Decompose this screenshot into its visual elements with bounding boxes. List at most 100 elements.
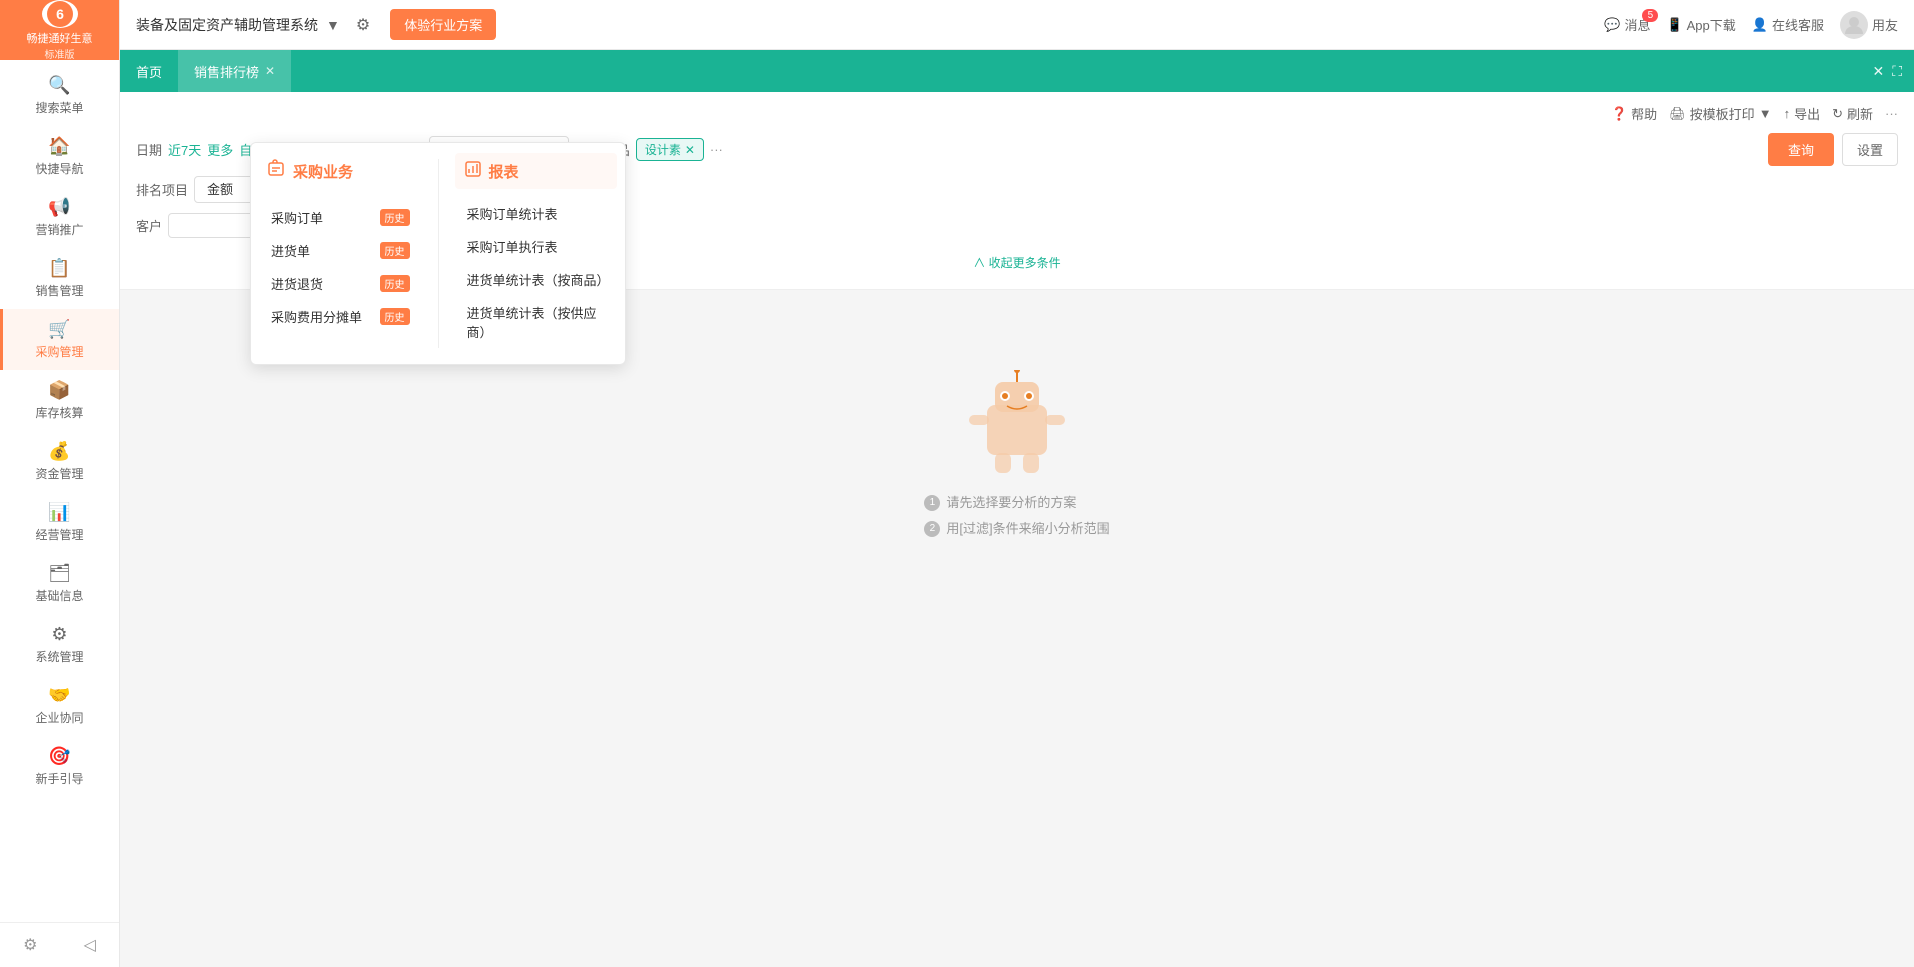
sidebar-item-finance[interactable]: 💰 资金管理 xyxy=(0,431,119,492)
dropdown-item-inbound[interactable]: 进货单 历史 xyxy=(267,234,414,267)
tab-close-all-btn[interactable]: ✕ xyxy=(1872,63,1884,80)
tab-home-label: 首页 xyxy=(136,62,162,81)
search-icon: 🔍 xyxy=(48,75,70,96)
app-download-btn[interactable]: 📱 App下载 xyxy=(1666,15,1735,34)
settings-btn[interactable]: 设置 xyxy=(1842,133,1898,166)
help-label: 帮助 xyxy=(1631,104,1657,123)
dropdown-item-purchase-order[interactable]: 采购订单 历史 xyxy=(267,201,414,234)
query-btn[interactable]: 查询 xyxy=(1768,133,1834,166)
sidebar-item-inventory[interactable]: 📦 库存核算 xyxy=(0,370,119,431)
tab-fullscreen-btn[interactable]: ⛶ xyxy=(1892,63,1902,80)
sidebar-label-newguide: 新手引导 xyxy=(35,770,83,787)
sidebar-bottom: ⚙ ◁ xyxy=(0,922,119,967)
user-label: 用友 xyxy=(1872,15,1898,34)
sidebar-label-purchase: 采购管理 xyxy=(35,343,83,360)
sidebar-item-search[interactable]: 🔍 搜索菜单 xyxy=(0,65,119,126)
sidebar-label-inventory: 库存核算 xyxy=(35,404,83,421)
date-preset-more[interactable]: 更多 xyxy=(207,140,233,159)
dropdown-item-inbound-stat-supplier[interactable]: 进货单统计表（按供应商） xyxy=(463,296,610,348)
goods-tag-close[interactable]: ✕ xyxy=(685,143,695,157)
print-icon: 🖨 xyxy=(1669,106,1686,122)
purchase-col-title-text: 采购业务 xyxy=(293,161,353,182)
online-service-btn[interactable]: 👤 在线客服 xyxy=(1752,15,1824,34)
logo-sub: 标准版 xyxy=(45,46,75,61)
sidebar-settings-btn[interactable]: ⚙ xyxy=(23,935,37,955)
system-icon: ⚙ xyxy=(51,624,67,645)
refresh-label: 刷新 xyxy=(1847,104,1873,123)
online-service-label: 在线客服 xyxy=(1772,15,1824,34)
sidebar-label-search: 搜索菜单 xyxy=(35,99,83,116)
sales-icon: 📋 xyxy=(48,258,70,279)
tab-home[interactable]: 首页 xyxy=(120,50,178,92)
goods-more[interactable]: ··· xyxy=(710,142,723,157)
sidebar-label-sales: 销售管理 xyxy=(35,282,83,299)
export-icon: ↑ xyxy=(1784,106,1791,121)
enterprise-icon: 🤝 xyxy=(48,685,70,706)
filter-toolbar: ❓ 帮助 🖨 按模板打印 ▼ ↑ 导出 ↻ 刷新 xyxy=(136,104,1898,123)
help-icon: ❓ xyxy=(1611,106,1627,122)
empty-tip-1: 1 请先选择要分析的方案 xyxy=(924,490,1109,516)
rank-item-label: 排名项目 xyxy=(136,180,188,199)
sidebar-item-newguide[interactable]: 🎯 新手引导 xyxy=(0,736,119,797)
sidebar-label-basicinfo: 基础信息 xyxy=(35,587,83,604)
top-header: 装备及固定资产辅助管理系统 ▼ ⚙ 体验行业方案 💬 消息 5 📱 App下载 … xyxy=(120,0,1914,50)
content-area: ❓ 帮助 🖨 按模板打印 ▼ ↑ 导出 ↻ 刷新 xyxy=(120,92,1914,967)
home-icon: 🏠 xyxy=(48,136,70,157)
sidebar-label-marketing: 营销推广 xyxy=(35,221,83,238)
history-badge-0: 历史 xyxy=(380,209,410,226)
date-preset-7days[interactable]: 近7天 xyxy=(168,140,201,159)
goods-tag: 设计素 ✕ xyxy=(636,138,704,161)
empty-tips: 1 请先选择要分析的方案 2 用[过滤]条件来缩小分析范围 xyxy=(924,490,1109,542)
messages-btn[interactable]: 💬 消息 5 xyxy=(1604,15,1650,34)
refresh-btn[interactable]: ↻ 刷新 xyxy=(1832,104,1873,123)
top-right: 💬 消息 5 📱 App下载 👤 在线客服 用友 xyxy=(1604,11,1898,39)
empty-tip-2: 2 用[过滤]条件来缩小分析范围 xyxy=(924,516,1109,542)
message-icon: 💬 xyxy=(1604,17,1620,33)
industry-btn[interactable]: 体验行业方案 xyxy=(390,9,496,40)
sidebar-label-enterprise: 企业协同 xyxy=(35,709,83,726)
reports-col-icon xyxy=(463,159,483,183)
print-label: 按模板打印 xyxy=(1690,104,1755,123)
tab-sales-rank[interactable]: 销售排行榜 ✕ xyxy=(178,50,291,92)
system-settings-btn[interactable]: ⚙ xyxy=(356,15,370,35)
tab-right-btns: ✕ ⛶ xyxy=(1860,63,1914,80)
more-actions-btn[interactable]: ··· xyxy=(1885,106,1898,121)
date-label: 日期 xyxy=(136,140,162,159)
user-area[interactable]: 用友 xyxy=(1840,11,1898,39)
system-dropdown-btn[interactable]: ▼ xyxy=(326,17,340,33)
export-btn[interactable]: ↑ 导出 xyxy=(1784,104,1821,123)
dropdown-item-purchase-expense[interactable]: 采购费用分摊单 历史 xyxy=(267,300,414,333)
empty-tip-1-text: 请先选择要分析的方案 xyxy=(946,490,1076,516)
dropdown-divider xyxy=(438,159,439,348)
sidebar-label-system: 系统管理 xyxy=(35,648,83,665)
sidebar-item-operations[interactable]: 📊 经营管理 xyxy=(0,492,119,553)
sidebar-item-quicknav[interactable]: 🏠 快捷导航 xyxy=(0,126,119,187)
tab-close-btn[interactable]: ✕ xyxy=(265,64,275,78)
sidebar-item-purchase[interactable]: 🛒 采购管理 xyxy=(0,309,119,370)
help-btn[interactable]: ❓ 帮助 xyxy=(1611,104,1657,123)
dropdown-col-purchase: 采购业务 采购订单 历史 进货单 历史 进货退货 历史 采购费用分摊单 历史 xyxy=(267,159,414,348)
sidebar-label-operations: 经营管理 xyxy=(35,526,83,543)
sidebar-item-basicinfo[interactable]: 🗂 基础信息 xyxy=(0,553,119,614)
collapse-icon: ∧ xyxy=(973,256,985,270)
sidebar-label-quicknav: 快捷导航 xyxy=(35,160,83,177)
dropdown-col-purchase-title: 采购业务 xyxy=(267,159,414,189)
sidebar-item-marketing[interactable]: 📢 营销推广 xyxy=(0,187,119,248)
messages-badge: 5 xyxy=(1642,9,1658,22)
history-badge-2: 历史 xyxy=(380,275,410,292)
sidebar-collapse-btn[interactable]: ◁ xyxy=(84,935,96,955)
print-btn[interactable]: 🖨 按模板打印 ▼ xyxy=(1669,104,1771,123)
phone-icon: 📱 xyxy=(1666,17,1682,33)
logo-icon: 6 xyxy=(42,0,78,28)
dropdown-item-inbound-stat-goods[interactable]: 进货单统计表（按商品） xyxy=(463,263,610,296)
sidebar-item-sales[interactable]: 📋 销售管理 xyxy=(0,248,119,309)
dropdown-item-purchase-order-stat[interactable]: 采购订单统计表 xyxy=(463,197,610,230)
sidebar-item-enterprise[interactable]: 🤝 企业协同 xyxy=(0,675,119,736)
sidebar-item-system[interactable]: ⚙ 系统管理 xyxy=(0,614,119,675)
reports-col-title-text: 报表 xyxy=(489,161,519,182)
dropdown-item-purchase-order-exec[interactable]: 采购订单执行表 xyxy=(463,230,610,263)
sidebar-label-finance: 资金管理 xyxy=(35,465,83,482)
dropdown-item-inbound-return[interactable]: 进货退货 历史 xyxy=(267,267,414,300)
basicinfo-icon: 🗂 xyxy=(48,563,71,584)
marketing-icon: 📢 xyxy=(48,197,70,218)
